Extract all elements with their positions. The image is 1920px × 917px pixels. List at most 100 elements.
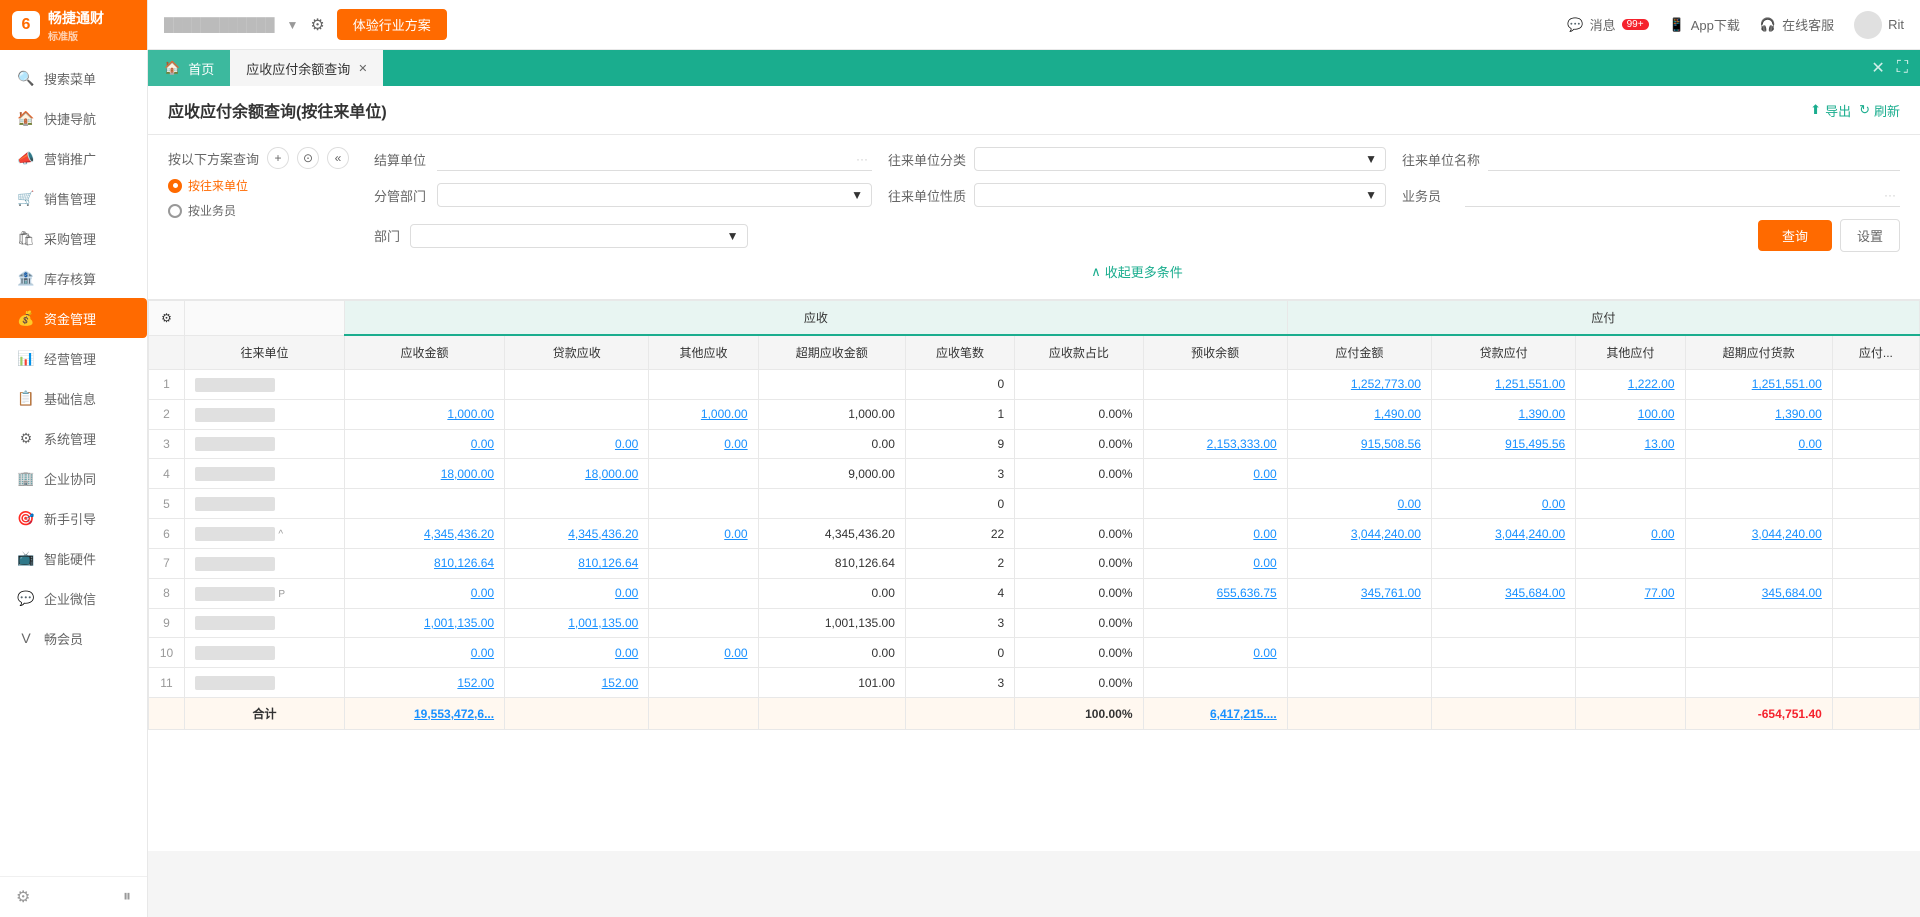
user-group[interactable]: Rit: [1854, 11, 1904, 39]
sidebar-item-inventory[interactable]: 🏦 库存核算: [0, 258, 147, 298]
topbar-right: 💬 消息 99+ 📱 App下载 🎧 在线客服 Rit: [1567, 11, 1904, 39]
filter-dept: 部门 ▼: [374, 219, 748, 252]
guide-icon: 🎯: [16, 508, 36, 528]
sidebar-item-finance[interactable]: 💰 资金管理: [0, 298, 147, 338]
partner-category-select[interactable]: ▼: [974, 147, 1386, 171]
corp-label: 企业协同: [44, 469, 96, 488]
refresh-button[interactable]: ↻ 刷新: [1859, 101, 1900, 120]
settings-icon[interactable]: ⚙: [310, 15, 324, 35]
sidebar-item-search[interactable]: 🔍 搜索菜单: [0, 58, 147, 98]
table-row: 5 0 0.00 0.00: [149, 489, 1920, 519]
settlement-unit-label: 结算单位: [374, 150, 429, 169]
sidebar-item-member[interactable]: V 畅会员: [0, 618, 147, 658]
app-download-group[interactable]: 📱 App下载: [1669, 15, 1740, 34]
sidebar-item-operation[interactable]: 📊 经营管理: [0, 338, 147, 378]
filter-partner-nature: 往来单位性质 ▼: [888, 183, 1386, 207]
marketing-icon: 📣: [16, 148, 36, 168]
collapse-filter-button[interactable]: ∧ 收起更多条件: [374, 256, 1900, 287]
th-ar-amount: 应收金额: [345, 335, 505, 370]
filter-mode-partner[interactable]: 按往来单位: [168, 177, 358, 194]
system-label: 系统管理: [44, 429, 96, 448]
th-settings[interactable]: ⚙: [149, 301, 185, 336]
chevron-down-icon[interactable]: ▼: [287, 18, 299, 32]
dept-head-select[interactable]: ▼: [437, 183, 872, 207]
sales-icon: 🛒: [16, 188, 36, 208]
main-content: 应收应付余额查询(按往来单位) ⬆ 导出 ↻ 刷新 按以下方案查询 + ⊙ «: [148, 86, 1920, 917]
th-ap-overdue: 超期应付货款: [1685, 335, 1832, 370]
th-partner-group: [185, 301, 345, 336]
filter-partner-name: 往来单位名称: [1402, 147, 1900, 171]
service-group[interactable]: 🎧 在线客服: [1760, 15, 1834, 34]
table-row: 7 810,126.64 810,126.64 810,126.64 2 0.0…: [149, 548, 1920, 578]
table-row: 8 P 0.00 0.00 0.00 4 0.00% 655,636.75 34…: [149, 578, 1920, 608]
sidebar-item-system[interactable]: ⚙ 系统管理: [0, 418, 147, 458]
tab-home-label: 首页: [188, 59, 214, 78]
data-table: ⚙ 应收 应付 往来单位 应收金额 贷款应收 其他应收 超期应收金额 应收笔数 …: [148, 300, 1920, 730]
th-ap-group: 应付: [1287, 301, 1919, 336]
sidebar-item-purchase[interactable]: 🛍 采购管理: [0, 218, 147, 258]
th-seq: [149, 335, 185, 370]
member-icon: V: [16, 628, 36, 648]
message-group[interactable]: 💬 消息 99+: [1567, 15, 1648, 34]
member-label: 畅会员: [44, 629, 83, 648]
sidebar: 6 畅捷通财 标准版 🔍 搜索菜单 🏠 快捷导航 📣 营销推广 🛒 销售管理 🛍…: [0, 0, 148, 917]
operation-label: 经营管理: [44, 349, 96, 368]
settings-bottom-icon[interactable]: ⚙: [16, 887, 30, 907]
user-avatar: [1854, 11, 1882, 39]
table-row: 1 0 1,252,773.00 1,251,551.00 1,222.00 1…: [149, 370, 1920, 400]
target-filter-btn[interactable]: ⊙: [297, 147, 319, 169]
sidebar-item-wechat[interactable]: 💬 企业微信: [0, 578, 147, 618]
dept-select[interactable]: ▼: [410, 224, 748, 248]
partner-name-input[interactable]: [1492, 151, 1896, 166]
sidebar-item-sales[interactable]: 🛒 销售管理: [0, 178, 147, 218]
sidebar-item-hardware[interactable]: 📺 智能硬件: [0, 538, 147, 578]
th-ar-group: 应收: [345, 301, 1288, 336]
tab-expand-btn[interactable]: ⛶: [1897, 59, 1908, 77]
tab-home[interactable]: 🏠 首页: [148, 50, 230, 86]
chevron-icon2: ▼: [851, 188, 863, 202]
home-icon: 🏠: [164, 60, 180, 76]
sidebar-item-marketing[interactable]: 📣 营销推广: [0, 138, 147, 178]
wechat-icon: 💬: [16, 588, 36, 608]
export-button[interactable]: ⬆ 导出: [1810, 101, 1851, 120]
collapse-filter-btn[interactable]: «: [327, 147, 349, 169]
add-filter-btn[interactable]: +: [267, 147, 289, 169]
dept-head-label: 分管部门: [374, 186, 429, 205]
chevron-up-icon: ∧: [1091, 264, 1101, 280]
filter-area: 按以下方案查询 + ⊙ « 按往来单位 按业务员: [148, 135, 1920, 300]
industry-solution-button[interactable]: 体验行业方案: [337, 9, 447, 40]
chevron-icon: ▼: [1365, 152, 1377, 166]
tab-bar: 🏠 首页 应收应付余额查询 ✕ ✕ ⛶: [148, 50, 1920, 86]
partner-nature-select[interactable]: ▼: [974, 183, 1386, 207]
topbar: ████████████ ▼ ⚙ 体验行业方案 💬 消息 99+ 📱 App下载…: [148, 0, 1920, 50]
settings-icon[interactable]: ⚙: [161, 311, 172, 325]
pause-icon[interactable]: ⏸: [123, 888, 131, 906]
tab-close-btn[interactable]: ✕: [1871, 58, 1884, 78]
tab-arbalance[interactable]: 应收应付余额查询 ✕: [230, 50, 383, 86]
tab-close-icon[interactable]: ✕: [358, 62, 367, 75]
settings-button[interactable]: 设置: [1840, 219, 1900, 252]
filter-dept-head: 分管部门 ▼: [374, 183, 872, 207]
sidebar-item-basic[interactable]: 📋 基础信息: [0, 378, 147, 418]
radio-icon: [168, 179, 182, 193]
message-icon: 💬: [1567, 17, 1583, 33]
sidebar-item-corp[interactable]: 🏢 企业协同: [0, 458, 147, 498]
sidebar-logo: 6 畅捷通财 标准版: [0, 0, 147, 50]
search-label: 搜索菜单: [44, 69, 96, 88]
table-row: 10 0.00 0.00 0.00 0.00 0 0.00% 0.00: [149, 638, 1920, 668]
service-label: 在线客服: [1782, 15, 1834, 34]
total-row: 合计 19,553,472,6... 100.00% 6,417,215....…: [149, 698, 1920, 730]
settlement-unit-input[interactable]: [441, 151, 856, 166]
page-title: 应收应付余额查询(按往来单位): [168, 98, 387, 134]
sidebar-item-quicknav[interactable]: 🏠 快捷导航: [0, 98, 147, 138]
filter-settlement-unit: 结算单位 ···: [374, 147, 872, 171]
filter-label: 按以下方案查询: [168, 149, 259, 168]
sidebar-item-guide[interactable]: 🎯 新手引导: [0, 498, 147, 538]
basic-icon: 📋: [16, 388, 36, 408]
query-button[interactable]: 查询: [1758, 220, 1832, 251]
app-icon: 📱: [1669, 17, 1685, 33]
guide-label: 新手引导: [44, 509, 96, 528]
filter-mode-salesperson[interactable]: 按业务员: [168, 202, 358, 219]
dept-label: 部门: [374, 226, 402, 245]
salesperson-input[interactable]: [1469, 187, 1884, 202]
